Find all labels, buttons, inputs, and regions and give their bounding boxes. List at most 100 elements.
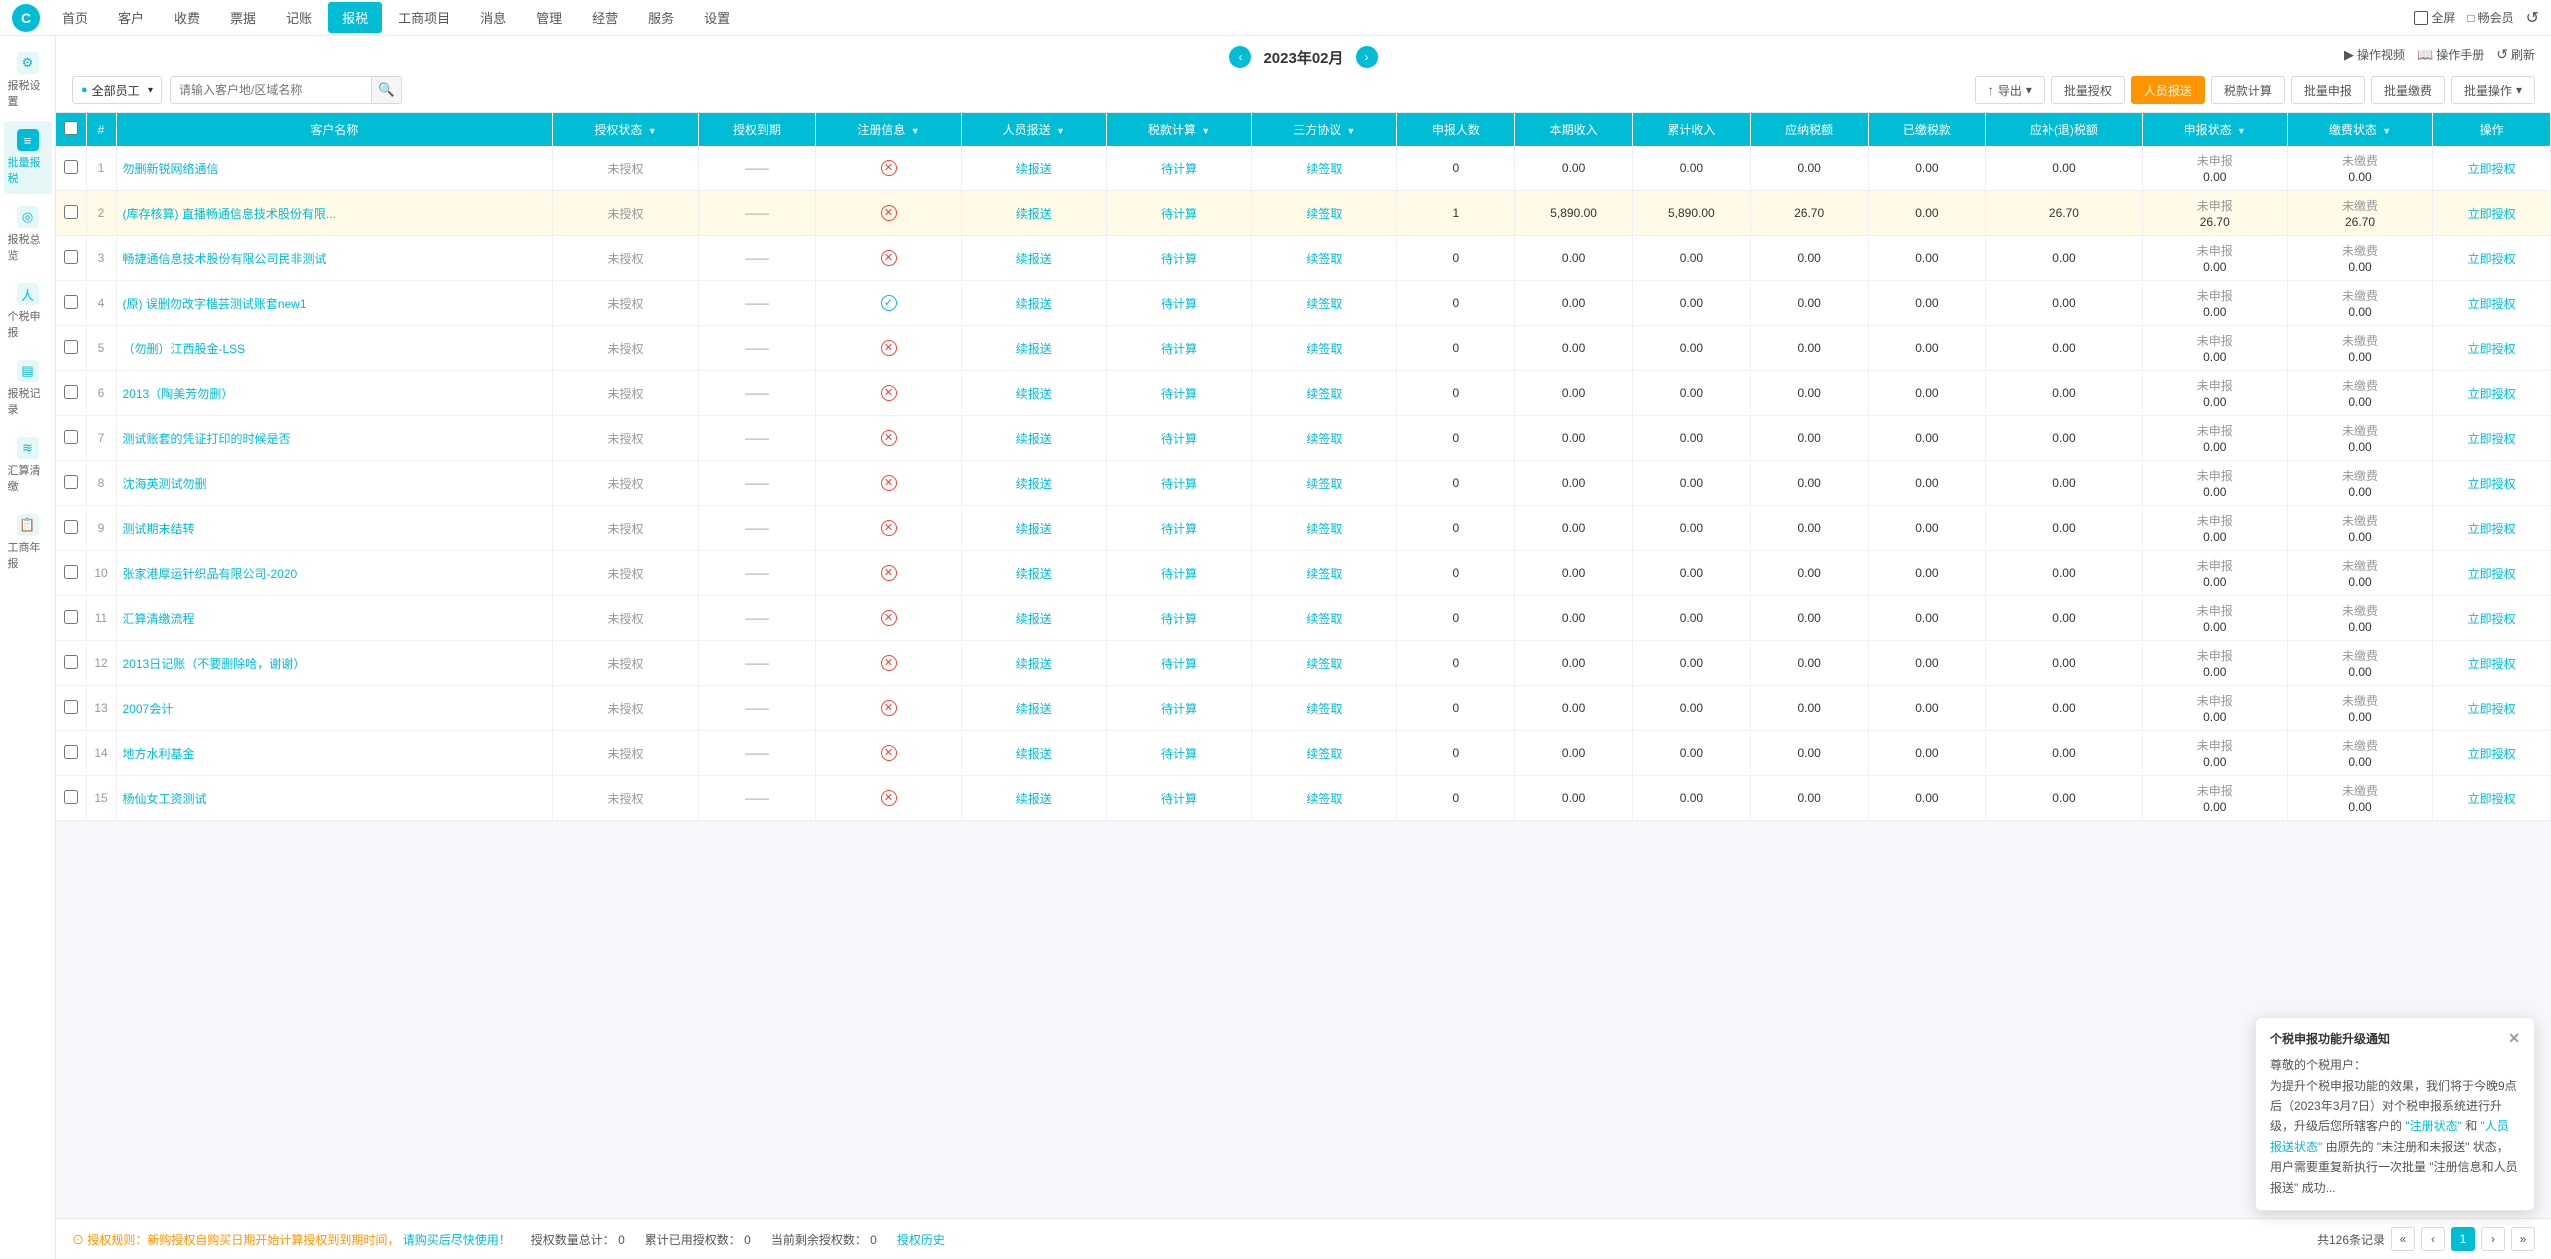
calc-link[interactable]: 待计算 xyxy=(1161,432,1197,446)
person-report-btn[interactable]: 人员报送 xyxy=(2131,76,2205,104)
row-checkbox[interactable] xyxy=(64,430,78,444)
select-all-checkbox[interactable] xyxy=(64,121,78,135)
customer-name-link[interactable]: 2013日记账（不要删除哈，谢谢） xyxy=(123,657,306,671)
sidebar-item-annual-report[interactable]: 📋 工商年报 xyxy=(4,506,52,579)
customer-name-link[interactable]: （勿删）江西股金-LSS xyxy=(123,342,246,356)
row-checkbox[interactable] xyxy=(64,790,78,804)
nav-industry[interactable]: 工商项目 xyxy=(384,2,464,33)
agreement-link[interactable]: 续签取 xyxy=(1306,612,1342,626)
sidebar-item-settlement[interactable]: ≋ 汇算清缴 xyxy=(4,429,52,502)
current-page-btn[interactable]: 1 xyxy=(2451,1227,2475,1251)
nav-settings[interactable]: 设置 xyxy=(690,2,744,33)
agreement-link[interactable]: 续签取 xyxy=(1306,432,1342,446)
instant-auth-link[interactable]: 立即授权 xyxy=(2468,612,2516,626)
instant-auth-link[interactable]: 立即授权 xyxy=(2468,747,2516,761)
prev-month-btn[interactable]: ‹ xyxy=(1229,46,1251,68)
agreement-link[interactable]: 续签取 xyxy=(1306,657,1342,671)
customer-name-link[interactable]: 2013（陶美芳勿删） xyxy=(123,387,234,401)
instant-auth-link[interactable]: 立即授权 xyxy=(2468,297,2516,311)
agreement-link[interactable]: 续签取 xyxy=(1306,702,1342,716)
instant-auth-link[interactable]: 立即授权 xyxy=(2468,342,2516,356)
calc-link[interactable]: 待计算 xyxy=(1161,297,1197,311)
report-link[interactable]: 续报送 xyxy=(1016,747,1052,761)
instant-auth-link[interactable]: 立即授权 xyxy=(2468,252,2516,266)
report-link[interactable]: 续报送 xyxy=(1016,702,1052,716)
calc-link[interactable]: 待计算 xyxy=(1161,252,1197,266)
nav-operation[interactable]: 经营 xyxy=(578,2,632,33)
report-link[interactable]: 续报送 xyxy=(1016,387,1052,401)
calc-link[interactable]: 待计算 xyxy=(1161,747,1197,761)
instant-auth-link[interactable]: 立即授权 xyxy=(2468,522,2516,536)
export-btn[interactable]: ↑ 导出 ▾ xyxy=(1975,76,2045,104)
report-link[interactable]: 续报送 xyxy=(1016,207,1052,221)
nav-manage[interactable]: 管理 xyxy=(522,2,576,33)
report-link[interactable]: 续报送 xyxy=(1016,522,1052,536)
report-link[interactable]: 续报送 xyxy=(1016,657,1052,671)
customer-name-link[interactable]: 勿删新锐网络通信 xyxy=(123,162,219,176)
row-checkbox[interactable] xyxy=(64,565,78,579)
agreement-link[interactable]: 续签取 xyxy=(1306,387,1342,401)
customer-name-link[interactable]: 汇算清缴流程 xyxy=(123,612,195,626)
customer-name-link[interactable]: 杨仙女工资测试 xyxy=(123,792,207,806)
nav-customer[interactable]: 客户 xyxy=(104,2,158,33)
nav-invoice[interactable]: 票据 xyxy=(216,2,270,33)
agreement-link[interactable]: 续签取 xyxy=(1306,522,1342,536)
instant-auth-link[interactable]: 立即授权 xyxy=(2468,657,2516,671)
instant-auth-link[interactable]: 立即授权 xyxy=(2468,162,2516,176)
calc-link[interactable]: 待计算 xyxy=(1161,612,1197,626)
agreement-link[interactable]: 续签取 xyxy=(1306,567,1342,581)
report-link[interactable]: 续报送 xyxy=(1016,432,1052,446)
row-checkbox[interactable] xyxy=(64,745,78,759)
manual-btn[interactable]: 📖 操作手册 xyxy=(2417,46,2484,63)
agreement-link[interactable]: 续签取 xyxy=(1306,477,1342,491)
nav-tax[interactable]: 报税 xyxy=(328,2,382,33)
batch-ops-btn[interactable]: 批量操作 ▾ xyxy=(2451,76,2535,104)
calc-link[interactable]: 待计算 xyxy=(1161,522,1197,536)
report-link[interactable]: 续报送 xyxy=(1016,792,1052,806)
calc-link[interactable]: 待计算 xyxy=(1161,477,1197,491)
auth-link[interactable]: 请购买后尽快使用！ xyxy=(403,1233,511,1247)
instant-auth-link[interactable]: 立即授权 xyxy=(2468,792,2516,806)
next-month-btn[interactable]: › xyxy=(1356,46,1378,68)
calc-link[interactable]: 待计算 xyxy=(1161,342,1197,356)
row-checkbox[interactable] xyxy=(64,295,78,309)
instant-auth-link[interactable]: 立即授权 xyxy=(2468,432,2516,446)
report-link[interactable]: 续报送 xyxy=(1016,477,1052,491)
sidebar-item-personal-tax[interactable]: 人 个税申报 xyxy=(4,275,52,348)
calc-link[interactable]: 待计算 xyxy=(1161,162,1197,176)
row-checkbox[interactable] xyxy=(64,655,78,669)
customer-name-link[interactable]: 2007会计 xyxy=(123,702,174,716)
row-checkbox[interactable] xyxy=(64,205,78,219)
calc-link[interactable]: 待计算 xyxy=(1161,387,1197,401)
calc-link[interactable]: 待计算 xyxy=(1161,657,1197,671)
instant-auth-link[interactable]: 立即授权 xyxy=(2468,567,2516,581)
instant-auth-link[interactable]: 立即授权 xyxy=(2468,387,2516,401)
calc-link[interactable]: 待计算 xyxy=(1161,792,1197,806)
row-checkbox[interactable] xyxy=(64,475,78,489)
employee-filter-select[interactable]: ● 全部员工 ▾ xyxy=(72,76,162,104)
report-link[interactable]: 续报送 xyxy=(1016,297,1052,311)
notification-close-btn[interactable]: ✕ xyxy=(2508,1030,2520,1047)
next-page-btn[interactable]: › xyxy=(2481,1227,2505,1251)
row-checkbox[interactable] xyxy=(64,700,78,714)
customer-name-link[interactable]: 张家港厚运针织品有限公司-2020 xyxy=(123,567,298,581)
last-page-btn[interactable]: » xyxy=(2511,1227,2535,1251)
customer-name-link[interactable]: 地方水利基金 xyxy=(123,747,195,761)
instant-auth-link[interactable]: 立即授权 xyxy=(2468,477,2516,491)
first-page-btn[interactable]: « xyxy=(2391,1227,2415,1251)
agreement-link[interactable]: 续签取 xyxy=(1306,162,1342,176)
agreement-link[interactable]: 续签取 xyxy=(1306,207,1342,221)
agreement-link[interactable]: 续签取 xyxy=(1306,297,1342,311)
instant-auth-link[interactable]: 立即授权 xyxy=(2468,702,2516,716)
calc-link[interactable]: 待计算 xyxy=(1161,207,1197,221)
calc-link[interactable]: 待计算 xyxy=(1161,567,1197,581)
customer-name-link[interactable]: 畅捷通信息技术股份有限公司民非测试 xyxy=(123,252,327,266)
customer-name-link[interactable]: 测试期末结转 xyxy=(123,522,195,536)
customer-name-link[interactable]: 沈海英测试勿删 xyxy=(123,477,207,491)
tax-calc-btn[interactable]: 税款计算 xyxy=(2211,76,2285,104)
nav-home[interactable]: 首页 xyxy=(48,2,102,33)
calc-link[interactable]: 待计算 xyxy=(1161,702,1197,716)
report-link[interactable]: 续报送 xyxy=(1016,612,1052,626)
nav-message[interactable]: 消息 xyxy=(466,2,520,33)
search-input[interactable] xyxy=(171,83,371,97)
